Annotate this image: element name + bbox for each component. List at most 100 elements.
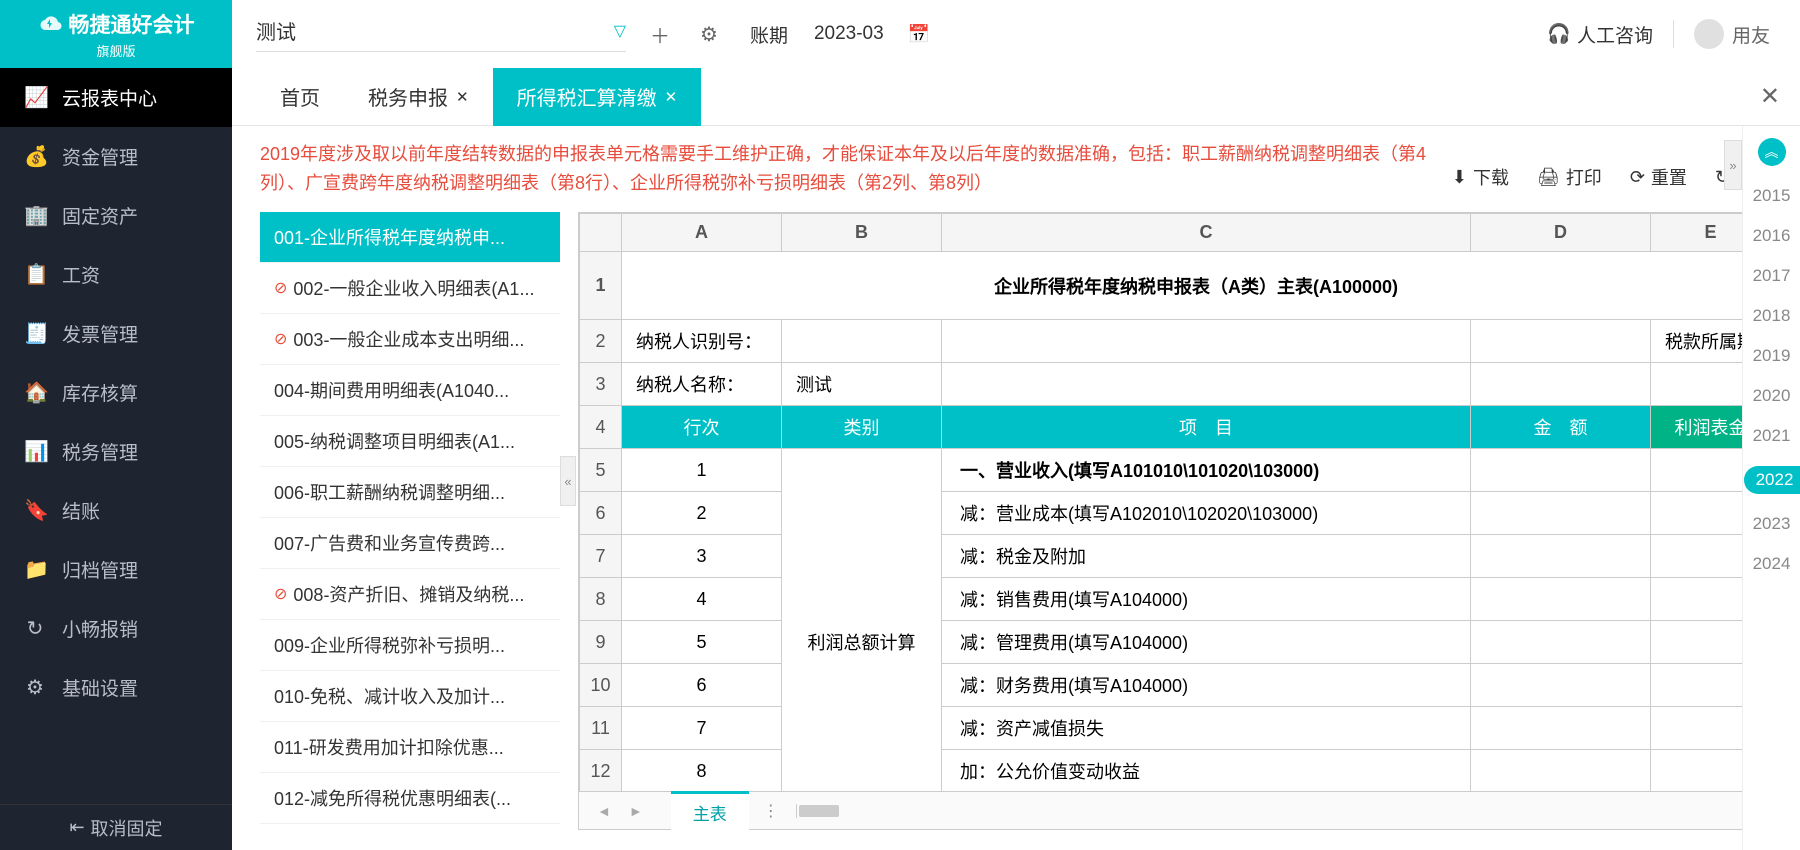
sidebar-item[interactable]: ↻小畅报销: [0, 599, 232, 658]
user-menu[interactable]: 用友: [1694, 19, 1770, 49]
spreadsheet: ABCDE1企业所得税年度纳税申报表（A类）主表(A100000)2纳税人识别号…: [578, 212, 1772, 830]
sidebar-icon: 📁: [24, 557, 46, 582]
year-item[interactable]: 2024: [1753, 554, 1791, 574]
column-header[interactable]: D: [1471, 214, 1651, 252]
sidebar-icon: 🏢: [24, 203, 46, 228]
app-header: 畅捷通好会计 旗舰版 测试 ▽ ＋ ⚙ 账期 2023-03 📅 🎧 人工咨询 …: [0, 0, 1800, 68]
sidebar-icon: ↻: [24, 616, 46, 641]
sidebar-icon: 🔖: [24, 498, 46, 523]
rail-collapse-icon[interactable]: ︽: [1758, 138, 1786, 166]
item-cell[interactable]: 减：管理费用(填写A104000): [942, 621, 1471, 664]
divider: [1673, 20, 1674, 48]
print-icon: 🖨: [1537, 167, 1560, 188]
year-item[interactable]: 2022: [1744, 466, 1800, 494]
sidebar-item[interactable]: 🔖结账: [0, 481, 232, 540]
sidebar: 📈云报表中心💰资金管理🏢固定资产📋工资🧾发票管理🏠库存核算📊税务管理🔖结账📁归档…: [0, 68, 232, 850]
sidebar-item[interactable]: 📁归档管理: [0, 540, 232, 599]
report-list-item[interactable]: ⊘008-资产折旧、摊销及纳税...: [260, 569, 560, 620]
reset-icon: ⟳: [1630, 167, 1645, 188]
company-selector[interactable]: 测试 ▽: [256, 16, 626, 52]
close-all-tabs[interactable]: ✕: [1740, 82, 1800, 111]
item-cell[interactable]: 减：财务费用(填写A104000): [942, 664, 1471, 707]
sidebar-item[interactable]: 💰资金管理: [0, 127, 232, 186]
reset-button[interactable]: ⟳重置: [1630, 164, 1687, 190]
header-center: 测试 ▽ ＋ ⚙ 账期 2023-03 📅: [232, 16, 1547, 52]
item-cell[interactable]: 加：公允价值变动收益: [942, 750, 1471, 793]
view-tab[interactable]: 首页: [256, 68, 344, 126]
item-cell[interactable]: 一、营业收入(填写A101010\101020\103000): [942, 449, 1471, 492]
year-item[interactable]: 2017: [1753, 266, 1791, 286]
sheet-nav-arrows[interactable]: ◄►: [579, 803, 661, 819]
report-list-item[interactable]: 001-企业所得税年度纳税申...: [260, 212, 560, 263]
horizontal-scrollbar[interactable]: [796, 804, 1751, 818]
report-list-item[interactable]: 011-研发费用加计扣除优惠...: [260, 722, 560, 773]
close-icon[interactable]: ✕: [665, 88, 678, 106]
year-item[interactable]: 2018: [1753, 306, 1791, 326]
close-icon[interactable]: ✕: [456, 88, 469, 106]
sidebar-icon: 🧾: [24, 321, 46, 346]
headset-icon: 🎧: [1547, 22, 1571, 46]
report-list: 001-企业所得税年度纳税申...⊘002-一般企业收入明细表(A1...⊘00…: [260, 212, 560, 830]
period-value[interactable]: 2023-03: [814, 23, 884, 45]
view-tab[interactable]: 税务申报✕: [344, 68, 493, 126]
gear-icon[interactable]: ⚙: [694, 22, 724, 47]
report-list-item[interactable]: 006-职工薪酬纳税调整明细...: [260, 467, 560, 518]
column-header[interactable]: C: [942, 214, 1471, 252]
cloud-icon: [38, 13, 64, 35]
report-list-item[interactable]: 010-免税、减计收入及加计...: [260, 671, 560, 722]
sidebar-item[interactable]: 📋工资: [0, 245, 232, 304]
download-button[interactable]: ⬇下载: [1452, 164, 1509, 190]
report-list-item[interactable]: 004-期间费用明细表(A1040...: [260, 365, 560, 416]
sidebar-item[interactable]: 🧾发票管理: [0, 304, 232, 363]
expand-rail-handle[interactable]: »: [1724, 140, 1742, 190]
sidebar-item[interactable]: 📊税务管理: [0, 422, 232, 481]
year-item[interactable]: 2015: [1753, 186, 1791, 206]
report-list-item[interactable]: ⊘002-一般企业收入明细表(A1...: [260, 263, 560, 314]
category-cell: 利润总额计算: [782, 449, 942, 793]
year-item[interactable]: 2023: [1753, 514, 1791, 534]
sheet-grid[interactable]: ABCDE1企业所得税年度纳税申报表（A类）主表(A100000)2纳税人识别号…: [578, 212, 1772, 792]
year-item[interactable]: 2019: [1753, 346, 1791, 366]
item-cell[interactable]: 减：营业成本(填写A102010\102020\103000): [942, 492, 1471, 535]
item-cell[interactable]: 减：税金及附加: [942, 535, 1471, 578]
sidebar-item[interactable]: 🏢固定资产: [0, 186, 232, 245]
unpin-icon: ⇤: [69, 817, 84, 838]
calendar-icon[interactable]: 📅: [908, 24, 930, 45]
sheet-menu-dots[interactable]: ⋮: [749, 801, 796, 821]
sidebar-icon: 💰: [24, 144, 46, 169]
sidebar-icon: ⚙: [24, 675, 46, 700]
report-list-item[interactable]: 005-纳税调整项目明细表(A1...: [260, 416, 560, 467]
print-button[interactable]: 🖨打印: [1537, 164, 1602, 190]
year-item[interactable]: 2016: [1753, 226, 1791, 246]
warning-icon: ⊘: [274, 278, 287, 298]
sidebar-item[interactable]: 🏠库存核算: [0, 363, 232, 422]
item-cell[interactable]: 减：销售费用(填写A104000): [942, 578, 1471, 621]
column-header[interactable]: B: [782, 214, 942, 252]
column-header[interactable]: A: [622, 214, 782, 252]
year-item[interactable]: 2021: [1753, 426, 1791, 446]
warning-icon: ⊘: [274, 584, 287, 604]
sidebar-icon: 📋: [24, 262, 46, 287]
view-tab[interactable]: 所得税汇算清缴✕: [493, 68, 702, 126]
chevron-down-icon: ▽: [614, 21, 626, 41]
report-list-item[interactable]: 012-减免所得税优惠明细表(...: [260, 773, 560, 824]
sheet-title: 企业所得税年度纳税申报表（A类）主表(A100000): [622, 252, 1771, 320]
add-icon[interactable]: ＋: [644, 20, 676, 49]
collapse-list-handle[interactable]: «: [560, 456, 576, 506]
report-list-item[interactable]: ⊘003-一般企业成本支出明细...: [260, 314, 560, 365]
item-cell[interactable]: 减：资产减值损失: [942, 707, 1471, 750]
sidebar-icon: 🏠: [24, 380, 46, 405]
report-list-item[interactable]: 007-广告费和业务宣传费跨...: [260, 518, 560, 569]
sidebar-item[interactable]: ⚙基础设置: [0, 658, 232, 717]
report-list-item[interactable]: 009-企业所得税弥补亏损明...: [260, 620, 560, 671]
warning-notice: 2019年度涉及取以前年度结转数据的申报表单元格需要手工维护正确，才能保证本年及…: [260, 140, 1436, 198]
sidebar-icon: 📊: [24, 439, 46, 464]
year-item[interactable]: 2020: [1753, 386, 1791, 406]
sidebar-item[interactable]: 📈云报表中心: [0, 68, 232, 127]
header-right: 🎧 人工咨询 用友: [1547, 19, 1800, 49]
sheet-tab-main[interactable]: 主表: [671, 791, 749, 831]
main-content: 2019年度涉及取以前年度结转数据的申报表单元格需要手工维护正确，才能保证本年及…: [232, 126, 1800, 850]
avatar: [1694, 19, 1724, 49]
sidebar-unpin[interactable]: ⇤取消固定: [0, 804, 232, 850]
support-link[interactable]: 🎧 人工咨询: [1547, 21, 1653, 48]
